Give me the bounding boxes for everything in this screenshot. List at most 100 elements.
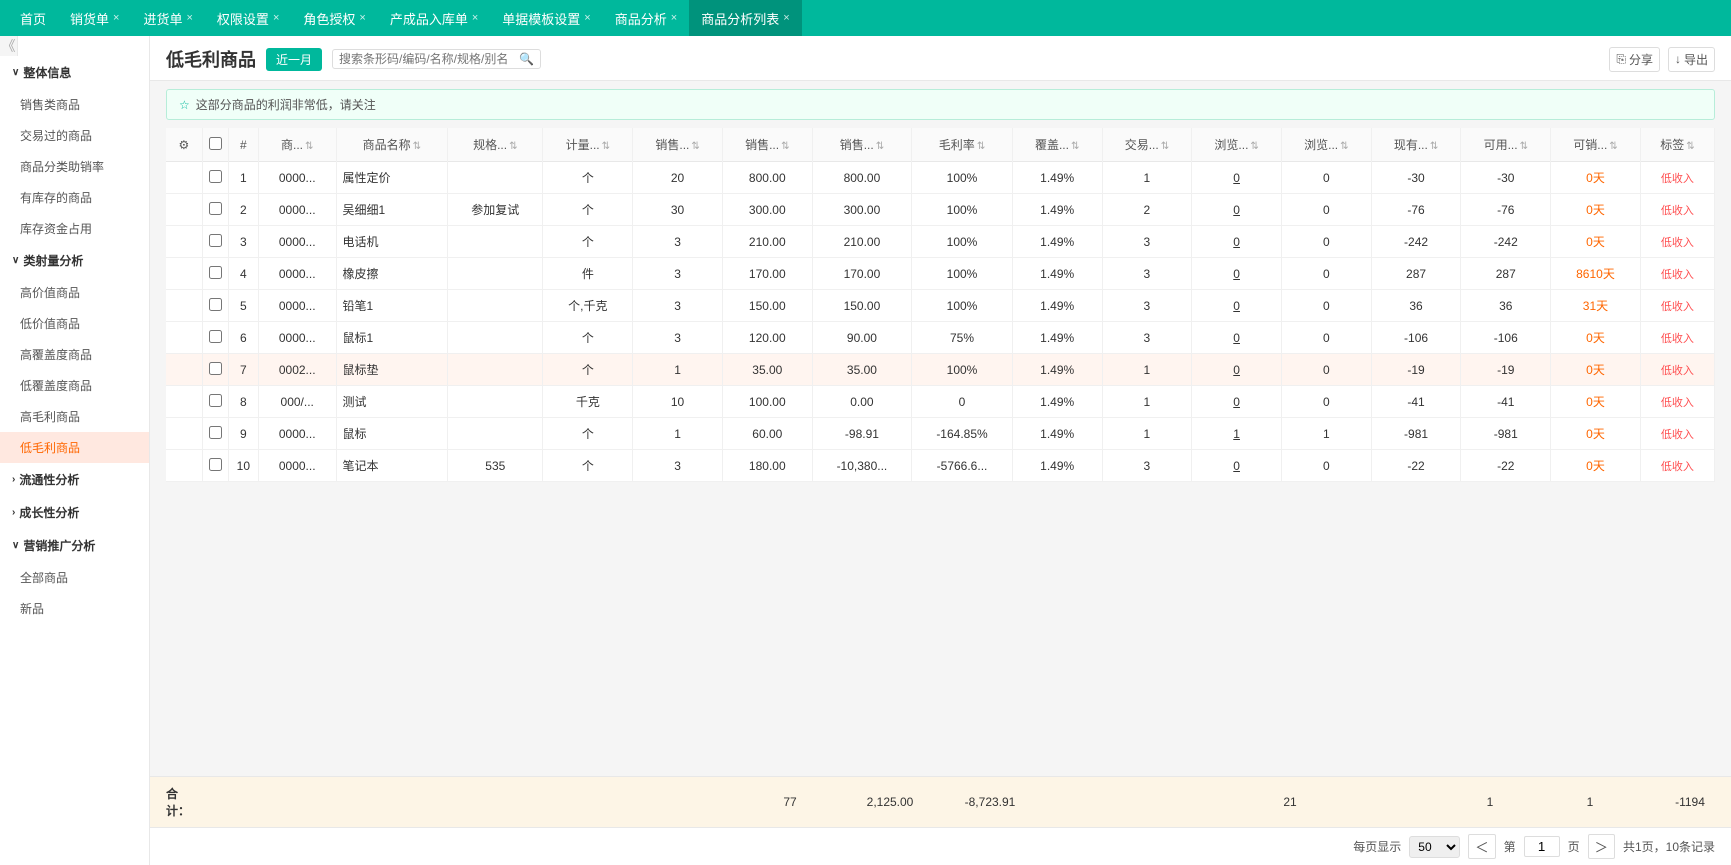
row-checkbox-cell[interactable] xyxy=(202,386,228,418)
nav-product-analysis-list[interactable]: 商品分析列表 × xyxy=(689,0,801,36)
sidebar-item-stock-capital[interactable]: 库存资金占用 xyxy=(0,213,149,244)
nav-permission[interactable]: 权限设置 × xyxy=(205,0,291,36)
row-checkbox[interactable] xyxy=(209,202,222,215)
nav-template-close[interactable]: × xyxy=(584,12,590,24)
share-button[interactable]: ⎘ 分享 xyxy=(1609,47,1660,72)
sidebar-item-sales-products[interactable]: 销售类商品 xyxy=(0,89,149,120)
row-checkbox-cell[interactable] xyxy=(202,290,228,322)
row-checkbox[interactable] xyxy=(209,330,222,343)
row-checkbox-cell[interactable] xyxy=(202,322,228,354)
cover-col-header[interactable]: 覆盖...⇅ xyxy=(1012,128,1102,162)
browse2-col-header[interactable]: 浏览...⇅ xyxy=(1281,128,1371,162)
row-checkbox[interactable] xyxy=(209,394,222,407)
sidebar-group-marketing[interactable]: ∨ 营销推广分析 xyxy=(0,529,149,562)
nav-home[interactable]: 首页 xyxy=(8,0,58,36)
available-col-header[interactable]: 可用...⇅ xyxy=(1461,128,1551,162)
search-input[interactable] xyxy=(339,52,519,66)
code-col-header[interactable]: 商...⇅ xyxy=(258,128,336,162)
sales-qty-col-header[interactable]: 销售...⇅ xyxy=(633,128,723,162)
nav-permission-close[interactable]: × xyxy=(273,12,279,24)
nav-product-analysis-list-close[interactable]: × xyxy=(783,12,789,24)
row-browse1[interactable]: 0 xyxy=(1192,354,1282,386)
row-sales-price: 800.00 xyxy=(722,162,812,194)
nav-product-in[interactable]: 产成品入库单 × xyxy=(378,0,490,36)
nav-purchase-close[interactable]: × xyxy=(186,12,192,24)
nav-product-analysis-close[interactable]: × xyxy=(671,12,677,24)
row-checkbox[interactable] xyxy=(209,362,222,375)
sidebar-group-category[interactable]: ∨ 类射量分析 xyxy=(0,244,149,277)
sidebar-item-stock-products[interactable]: 有库存的商品 xyxy=(0,182,149,213)
trade-col-header[interactable]: 交易...⇅ xyxy=(1102,128,1192,162)
row-unit: 个 xyxy=(543,418,633,450)
row-browse1[interactable]: 0 xyxy=(1192,226,1282,258)
sidebar-group-growth[interactable]: › 成长性分析 xyxy=(0,496,149,529)
nav-sales-close[interactable]: × xyxy=(113,12,119,24)
filter-recent-month[interactable]: 近一月 xyxy=(266,48,322,71)
row-unit: 个 xyxy=(543,450,633,482)
select-all-checkbox[interactable] xyxy=(209,137,222,150)
row-browse1[interactable]: 0 xyxy=(1192,386,1282,418)
page-number-input[interactable] xyxy=(1524,836,1560,857)
row-checkbox-cell[interactable] xyxy=(202,418,228,450)
search-icon[interactable]: 🔍 xyxy=(519,52,534,66)
row-browse1[interactable]: 0 xyxy=(1192,258,1282,290)
sidebar-item-low-margin[interactable]: 低毛利商品 xyxy=(0,432,149,463)
sidebar-group-overall[interactable]: ∨ 整体信息 xyxy=(0,56,149,89)
nav-purchase[interactable]: 进货单 × xyxy=(131,0,204,36)
row-browse1[interactable]: 0 xyxy=(1192,194,1282,226)
row-browse1[interactable]: 1 xyxy=(1192,418,1282,450)
prev-page-button[interactable]: ＜ xyxy=(1468,834,1495,859)
sales-amount-col-header[interactable]: 销售...⇅ xyxy=(812,128,912,162)
row-checkbox[interactable] xyxy=(209,426,222,439)
row-checkbox-cell[interactable] xyxy=(202,450,228,482)
checkbox-col-header[interactable] xyxy=(202,128,228,162)
row-checkbox-cell[interactable] xyxy=(202,354,228,386)
sidebar-item-all-products[interactable]: 全部商品 xyxy=(0,562,149,593)
sidebar-item-category-rate[interactable]: 商品分类助销率 xyxy=(0,151,149,182)
row-checkbox[interactable] xyxy=(209,170,222,183)
nav-template[interactable]: 单据模板设置 × xyxy=(490,0,602,36)
sidebar-item-high-coverage[interactable]: 高覆盖度商品 xyxy=(0,339,149,370)
sidebar-item-new-products[interactable]: 新品 xyxy=(0,593,149,624)
unit-col-header[interactable]: 计量...⇅ xyxy=(543,128,633,162)
saleable-col-header[interactable]: 可销...⇅ xyxy=(1551,128,1641,162)
sidebar-item-high-value[interactable]: 高价值商品 xyxy=(0,277,149,308)
row-sales-qty: 3 xyxy=(633,290,723,322)
row-checkbox[interactable] xyxy=(209,266,222,279)
nav-product-analysis[interactable]: 商品分析 × xyxy=(603,0,689,36)
sidebar-item-low-coverage[interactable]: 低覆盖度商品 xyxy=(0,370,149,401)
row-checkbox[interactable] xyxy=(209,298,222,311)
row-browse1[interactable]: 0 xyxy=(1192,290,1282,322)
nav-role[interactable]: 角色授权 × xyxy=(291,0,377,36)
page-size-select[interactable]: 50 100 200 xyxy=(1409,836,1460,858)
row-checkbox-cell[interactable] xyxy=(202,226,228,258)
nav-product-in-close[interactable]: × xyxy=(472,12,478,24)
gross-rate-col-header[interactable]: 毛利率⇅ xyxy=(912,128,1013,162)
row-checkbox[interactable] xyxy=(209,458,222,471)
sidebar-item-low-value[interactable]: 低价值商品 xyxy=(0,308,149,339)
current-col-header[interactable]: 现有...⇅ xyxy=(1371,128,1461,162)
export-button[interactable]: ↓ 导出 xyxy=(1668,47,1715,72)
sidebar-collapse[interactable]: 《 xyxy=(0,36,18,56)
tag-col-header[interactable]: 标签⇅ xyxy=(1640,128,1714,162)
row-checkbox-cell[interactable] xyxy=(202,194,228,226)
gear-col-header[interactable]: ⚙ xyxy=(166,128,202,162)
row-saleable: 0天 xyxy=(1551,226,1641,258)
nav-role-close[interactable]: × xyxy=(359,12,365,24)
sidebar-item-traded-products[interactable]: 交易过的商品 xyxy=(0,120,149,151)
sidebar-group-flow[interactable]: › 流通性分析 xyxy=(0,463,149,496)
sidebar-item-high-margin[interactable]: 高毛利商品 xyxy=(0,401,149,432)
row-browse1[interactable]: 0 xyxy=(1192,322,1282,354)
row-checkbox-cell[interactable] xyxy=(202,258,228,290)
next-page-button[interactable]: ＞ xyxy=(1588,834,1615,859)
row-sales-price: 180.00 xyxy=(722,450,812,482)
row-browse1[interactable]: 0 xyxy=(1192,162,1282,194)
row-checkbox-cell[interactable] xyxy=(202,162,228,194)
browse1-col-header[interactable]: 浏览...⇅ xyxy=(1192,128,1282,162)
sales-price-col-header[interactable]: 销售...⇅ xyxy=(722,128,812,162)
row-browse1[interactable]: 0 xyxy=(1192,450,1282,482)
spec-col-header[interactable]: 规格...⇅ xyxy=(448,128,543,162)
nav-sales[interactable]: 销货单 × xyxy=(58,0,131,36)
row-checkbox[interactable] xyxy=(209,234,222,247)
name-col-header[interactable]: 商品名称⇅ xyxy=(336,128,448,162)
